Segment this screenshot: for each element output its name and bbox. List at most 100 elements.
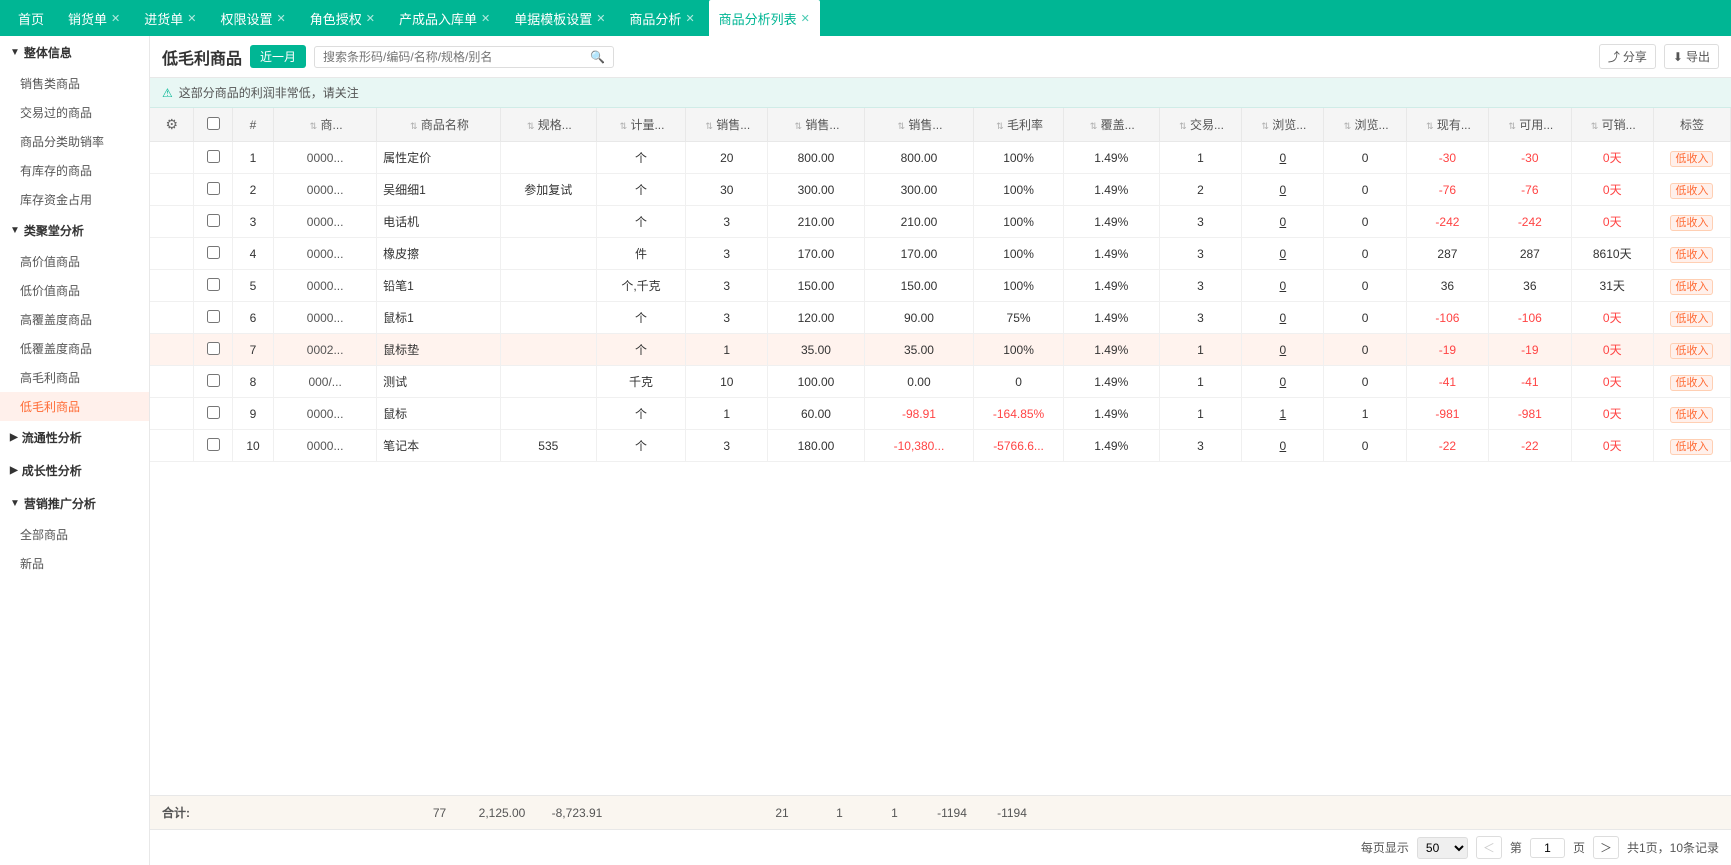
row-tag: 低收入 bbox=[1653, 398, 1730, 430]
close-analysis-icon[interactable]: ✕ bbox=[685, 12, 694, 25]
row-sales-qty: 30 bbox=[686, 174, 768, 206]
row-select-checkbox[interactable] bbox=[207, 342, 220, 355]
sidebar-item-stocked-products[interactable]: 有库存的商品 bbox=[0, 156, 149, 185]
nav-role-auth[interactable]: 角色授权 ✕ bbox=[300, 0, 385, 36]
row-checkbox[interactable] bbox=[194, 430, 232, 462]
row-view1[interactable]: 0 bbox=[1242, 174, 1324, 206]
nav-template-settings[interactable]: 单据模板设置 ✕ bbox=[504, 0, 615, 36]
nav-permissions[interactable]: 权限设置 ✕ bbox=[210, 0, 295, 36]
sidebar-section-cluster[interactable]: ▼ 类聚堂分析 bbox=[0, 214, 149, 247]
sidebar-section-liquidity[interactable]: ▶ 流通性分析 bbox=[0, 421, 149, 454]
row-checkbox[interactable] bbox=[194, 142, 232, 174]
row-view1[interactable]: 0 bbox=[1242, 334, 1324, 366]
row-select-checkbox[interactable] bbox=[207, 246, 220, 259]
close-sales-order-icon[interactable]: ✕ bbox=[111, 12, 120, 25]
nav-purchase-order[interactable]: 进货单 ✕ bbox=[134, 0, 206, 36]
row-sales-qty: 3 bbox=[686, 302, 768, 334]
top-nav: 首页 销货单 ✕ 进货单 ✕ 权限设置 ✕ 角色授权 ✕ 产成品入库单 ✕ 单据… bbox=[0, 0, 1731, 36]
row-view1[interactable]: 0 bbox=[1242, 430, 1324, 462]
row-settings bbox=[150, 334, 194, 366]
nav-product-stock[interactable]: 产成品入库单 ✕ bbox=[389, 0, 500, 36]
row-select-checkbox[interactable] bbox=[207, 438, 220, 451]
sidebar-item-low-margin[interactable]: 低毛利商品 bbox=[0, 392, 149, 421]
sidebar-item-stock-capital[interactable]: 库存资金占用 bbox=[0, 185, 149, 214]
row-sales-profit: 35.00 bbox=[864, 334, 974, 366]
row-sales-profit: -98.91 bbox=[864, 398, 974, 430]
close-permissions-icon[interactable]: ✕ bbox=[277, 12, 286, 25]
close-purchase-icon[interactable]: ✕ bbox=[187, 12, 196, 25]
sidebar-item-sales-products[interactable]: 销售类商品 bbox=[0, 69, 149, 98]
row-view2: 0 bbox=[1324, 430, 1406, 462]
row-view1[interactable]: 0 bbox=[1242, 142, 1324, 174]
nav-product-analysis[interactable]: 商品分析 ✕ bbox=[619, 0, 704, 36]
nav-home[interactable]: 首页 bbox=[8, 0, 54, 36]
row-select-checkbox[interactable] bbox=[207, 374, 220, 387]
sort-name-icon: ⇅ bbox=[410, 121, 418, 131]
search-input[interactable] bbox=[323, 50, 590, 64]
row-checkbox[interactable] bbox=[194, 238, 232, 270]
row-checkbox[interactable] bbox=[194, 206, 232, 238]
export-button[interactable]: ⬇ 导出 bbox=[1664, 44, 1719, 69]
sidebar-section-growth[interactable]: ▶ 成长性分析 bbox=[0, 454, 149, 487]
per-page-select[interactable]: 50 10 20 100 bbox=[1417, 837, 1468, 859]
close-template-icon[interactable]: ✕ bbox=[596, 12, 605, 25]
row-select-checkbox[interactable] bbox=[207, 310, 220, 323]
sort-avail-icon: ⇅ bbox=[1508, 121, 1516, 131]
sidebar-item-traded-products[interactable]: 交易过的商品 bbox=[0, 98, 149, 127]
sidebar-item-high-margin[interactable]: 高毛利商品 bbox=[0, 363, 149, 392]
row-unit: 件 bbox=[596, 238, 685, 270]
page-input[interactable] bbox=[1530, 838, 1565, 858]
select-all-checkbox[interactable] bbox=[207, 117, 220, 130]
footer-available: -1194 bbox=[982, 806, 1042, 820]
row-checkbox[interactable] bbox=[194, 270, 232, 302]
settings-icon[interactable]: ⚙ bbox=[165, 116, 178, 132]
row-view1[interactable]: 1 bbox=[1242, 398, 1324, 430]
row-select-checkbox[interactable] bbox=[207, 278, 220, 291]
row-code: 0000... bbox=[274, 206, 377, 238]
row-view2: 0 bbox=[1324, 238, 1406, 270]
share-button[interactable]: ⤴ 分享 bbox=[1599, 44, 1656, 69]
sidebar-item-low-coverage[interactable]: 低覆盖度商品 bbox=[0, 334, 149, 363]
sidebar-section-overview[interactable]: ▼ 整体信息 bbox=[0, 36, 149, 69]
row-checkbox[interactable] bbox=[194, 366, 232, 398]
nav-sales-order[interactable]: 销货单 ✕ bbox=[58, 0, 130, 36]
close-product-icon[interactable]: ✕ bbox=[481, 12, 490, 25]
sidebar-item-new-products[interactable]: 新品 bbox=[0, 549, 149, 578]
sidebar-item-all-products[interactable]: 全部商品 bbox=[0, 520, 149, 549]
row-checkbox[interactable] bbox=[194, 174, 232, 206]
row-checkbox[interactable] bbox=[194, 302, 232, 334]
row-name: 测试 bbox=[377, 366, 501, 398]
sidebar-item-high-value[interactable]: 高价值商品 bbox=[0, 247, 149, 276]
row-checkbox[interactable] bbox=[194, 334, 232, 366]
close-analysis-list-icon[interactable]: ✕ bbox=[801, 12, 810, 25]
row-sales-profit: 90.00 bbox=[864, 302, 974, 334]
row-unit: 个 bbox=[596, 302, 685, 334]
row-select-checkbox[interactable] bbox=[207, 182, 220, 195]
table-container[interactable]: ⚙ # ⇅ 商... ⇅ 商品名称 bbox=[150, 108, 1731, 795]
col-sales-qty: ⇅ 销售... bbox=[686, 108, 768, 142]
row-sales-qty: 10 bbox=[686, 366, 768, 398]
sidebar-item-category-rate[interactable]: 商品分类助销率 bbox=[0, 127, 149, 156]
nav-analysis-list[interactable]: 商品分析列表 ✕ bbox=[709, 0, 820, 36]
table-header-row: ⚙ # ⇅ 商... ⇅ 商品名称 bbox=[150, 108, 1731, 142]
row-view1[interactable]: 0 bbox=[1242, 270, 1324, 302]
sidebar-section-marketing[interactable]: ▼ 营销推广分析 bbox=[0, 487, 149, 520]
row-view1[interactable]: 0 bbox=[1242, 206, 1324, 238]
sidebar-item-high-coverage[interactable]: 高覆盖度商品 bbox=[0, 305, 149, 334]
row-checkbox[interactable] bbox=[194, 398, 232, 430]
next-page-button[interactable]: ＞ bbox=[1593, 836, 1619, 859]
row-view1[interactable]: 0 bbox=[1242, 302, 1324, 334]
row-sales-qty: 20 bbox=[686, 142, 768, 174]
prev-page-button[interactable]: ＜ bbox=[1476, 836, 1502, 859]
row-select-checkbox[interactable] bbox=[207, 150, 220, 163]
row-select-checkbox[interactable] bbox=[207, 406, 220, 419]
close-role-icon[interactable]: ✕ bbox=[366, 12, 375, 25]
search-icon[interactable]: 🔍 bbox=[590, 50, 605, 64]
row-select-checkbox[interactable] bbox=[207, 214, 220, 227]
sidebar-item-low-value[interactable]: 低价值商品 bbox=[0, 276, 149, 305]
row-tag: 低收入 bbox=[1653, 142, 1730, 174]
row-view1[interactable]: 0 bbox=[1242, 366, 1324, 398]
col-name: ⇅ 商品名称 bbox=[377, 108, 501, 142]
period-button[interactable]: 近一月 bbox=[250, 45, 306, 68]
row-view1[interactable]: 0 bbox=[1242, 238, 1324, 270]
